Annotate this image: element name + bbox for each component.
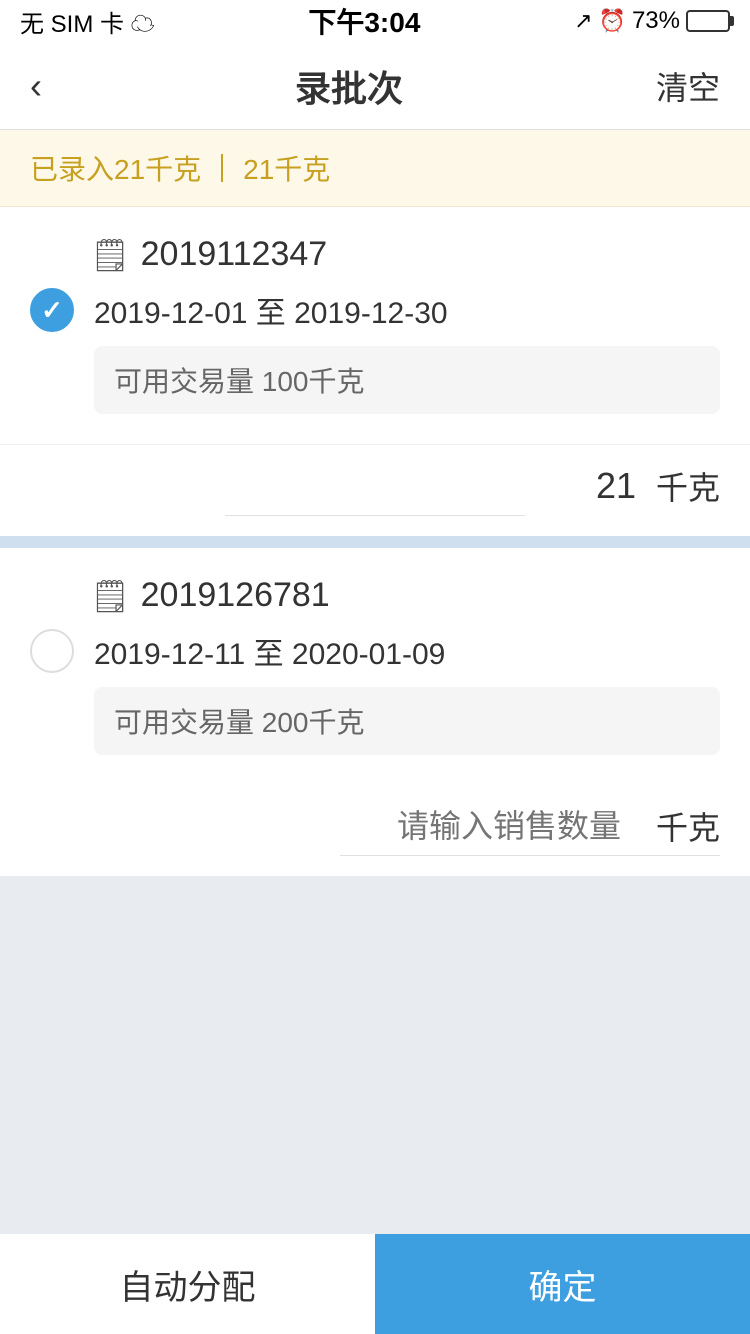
nav-bar: ‹ 录批次 清空 <box>0 42 750 130</box>
back-button[interactable]: ‹ <box>30 65 42 107</box>
batch-id-row-1: 🗒 2019112347 <box>30 235 720 274</box>
batch-quantity-unit-1: 千克 <box>656 463 720 509</box>
battery-icon <box>686 10 730 32</box>
card-separator <box>0 536 750 548</box>
status-right: ↗ ⏰ 73% <box>574 7 730 35</box>
auto-distribute-button[interactable]: 自动分配 <box>0 1234 375 1334</box>
card-bottom-2 <box>0 856 750 876</box>
sim-label: 无 SIM 卡 ☁ <box>20 4 155 39</box>
content-area: 已录入21千克 21千克 🗒 2019112347 2019-12-01 至 2… <box>0 130 750 1334</box>
batch-available-2: 可用交易量 200千克 <box>94 687 720 755</box>
batch-input-row-2: 千克 <box>0 785 750 849</box>
status-bar: 无 SIM 卡 ☁ 下午3:04 ↗ ⏰ 73% <box>0 0 750 42</box>
recorded-amount-value: 21千克 <box>243 148 330 188</box>
alarm-icon: ⏰ <box>599 8 626 34</box>
location-icon: ↗ <box>574 8 592 34</box>
status-left: 无 SIM 卡 ☁ <box>20 4 155 39</box>
batch-doc-icon-2: 🗒 <box>90 577 131 615</box>
batch-card-inner-1: 🗒 2019112347 2019-12-01 至 2019-12-30 可用交… <box>0 207 750 444</box>
page-title: 录批次 <box>295 60 403 112</box>
batch-doc-icon-1: 🗒 <box>90 236 131 274</box>
batch-available-1: 可用交易量 100千克 <box>94 346 720 414</box>
batch-date-row-2: 2019-12-11 至 2020-01-09 <box>30 629 720 673</box>
status-time: 下午3:04 <box>308 1 420 41</box>
info-banner: 已录入21千克 21千克 <box>0 130 750 207</box>
info-divider <box>221 154 223 182</box>
quantity-input-2[interactable] <box>30 808 636 845</box>
confirm-button[interactable]: 确定 <box>375 1234 750 1334</box>
batch-date-text-2: 2019-12-11 至 2020-01-09 <box>94 629 445 673</box>
batch-radio-2[interactable] <box>30 629 74 673</box>
input-unit-2: 千克 <box>656 803 720 849</box>
batch-radio-1[interactable] <box>30 288 74 332</box>
batch-quantity-row-1: 21 千克 <box>0 444 750 509</box>
batch-quantity-value-1: 21 <box>596 465 636 507</box>
bottom-bar: 自动分配 确定 <box>0 1234 750 1334</box>
batch-item-1: 🗒 2019112347 2019-12-01 至 2019-12-30 可用交… <box>0 207 750 536</box>
clear-button[interactable]: 清空 <box>656 63 720 109</box>
batch-card-inner-2: 🗒 2019126781 2019-12-11 至 2020-01-09 可用交… <box>0 548 750 785</box>
batch-date-row-1: 2019-12-01 至 2019-12-30 <box>30 288 720 332</box>
batch-id-text-1: 2019112347 <box>141 235 328 274</box>
recorded-amount-label: 已录入21千克 <box>30 148 201 188</box>
card-bottom-1 <box>0 516 750 536</box>
batch-id-text-2: 2019126781 <box>141 576 330 615</box>
batch-date-text-1: 2019-12-01 至 2019-12-30 <box>94 288 448 332</box>
batch-item-2: 🗒 2019126781 2019-12-11 至 2020-01-09 可用交… <box>0 548 750 876</box>
battery-percent: 73% <box>632 7 680 35</box>
batch-id-row-2: 🗒 2019126781 <box>30 576 720 615</box>
